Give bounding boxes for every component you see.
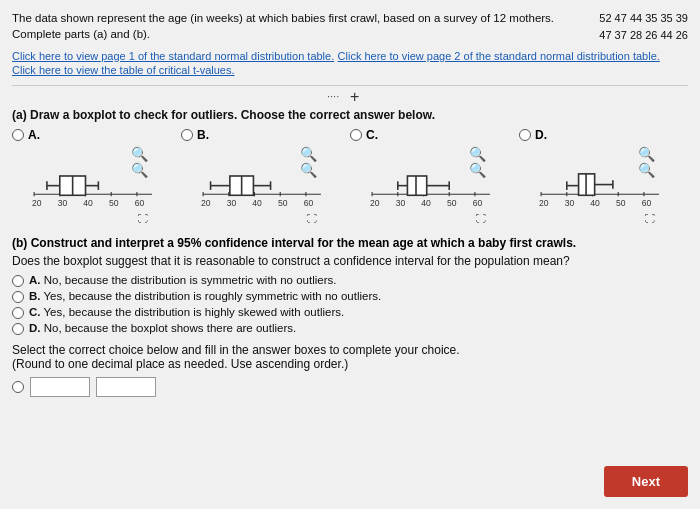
part-a-section: (a) Draw a boxplot to check for outliers… — [12, 108, 688, 226]
option-d: D. 🔍 🔍 ⛶ 20 30 40 — [519, 128, 688, 226]
part-b-option-d: D. No, because the boxplot shows there a… — [12, 322, 688, 335]
magnify-a2-icon[interactable]: 🔍 — [131, 162, 148, 178]
toolbar-area: ···· + — [12, 92, 688, 108]
part-b-section: (b) Construct and interpret a 95% confid… — [12, 236, 688, 397]
svg-text:40: 40 — [252, 198, 262, 208]
svg-text:50: 50 — [278, 198, 288, 208]
data-table: 52 47 44 35 35 39 47 37 28 26 44 26 — [599, 10, 688, 43]
svg-text:60: 60 — [473, 198, 483, 208]
magnify-d2-icon[interactable]: 🔍 — [638, 162, 655, 178]
option-c-header: C. — [350, 128, 378, 142]
dots-icon: ···· — [327, 90, 339, 102]
radio-b-a[interactable] — [12, 275, 24, 287]
magnify-d-icon[interactable]: 🔍 — [638, 146, 655, 162]
radio-b-b[interactable] — [12, 291, 24, 303]
data-row1: 52 47 44 35 35 39 — [599, 10, 688, 27]
option-a-label: A. — [28, 128, 40, 142]
svg-text:30: 30 — [227, 198, 237, 208]
boxplot-a: 🔍 🔍 ⛶ 20 30 40 — [28, 146, 158, 226]
svg-text:30: 30 — [565, 198, 575, 208]
magnify-c-icon[interactable]: 🔍 — [469, 146, 486, 162]
radio-b-c[interactable] — [12, 307, 24, 319]
magnify-c2-icon[interactable]: 🔍 — [469, 162, 486, 178]
svg-text:20: 20 — [32, 198, 42, 208]
part-b-option-a-text: A. No, because the distribution is symme… — [29, 274, 336, 286]
answer-input-row — [12, 377, 688, 397]
svg-text:20: 20 — [539, 198, 549, 208]
option-a: A. 🔍 🔍 ⛶ 2 — [12, 128, 181, 226]
svg-text:30: 30 — [396, 198, 406, 208]
part-b-option-b-text: B. Yes, because the distribution is roug… — [29, 290, 381, 302]
boxplot-options-row: A. 🔍 🔍 ⛶ 2 — [12, 128, 688, 226]
answer-input-1[interactable] — [30, 377, 90, 397]
svg-rect-47 — [407, 176, 426, 195]
expand-d-icon[interactable]: ⛶ — [645, 213, 655, 224]
part-b-option-a: A. No, because the distribution is symme… — [12, 274, 688, 287]
header-row: The data shown represent the age (in wee… — [12, 10, 688, 43]
svg-text:20: 20 — [370, 198, 380, 208]
select-instruction: Select the correct choice below and fill… — [12, 343, 688, 371]
option-b-header: B. — [181, 128, 209, 142]
svg-text:60: 60 — [642, 198, 652, 208]
part-b-option-b: B. Yes, because the distribution is roug… — [12, 290, 688, 303]
expand-c-icon[interactable]: ⛶ — [476, 213, 486, 224]
header-description: The data shown represent the age (in wee… — [12, 10, 599, 42]
svg-text:20: 20 — [201, 198, 211, 208]
radio-d[interactable] — [519, 129, 531, 141]
svg-text:40: 40 — [590, 198, 600, 208]
option-d-header: D. — [519, 128, 547, 142]
link-normal-dist-1[interactable]: Click here to view page 1 of the standar… — [12, 50, 334, 62]
part-a-question: (a) Draw a boxplot to check for outliers… — [12, 108, 688, 122]
radio-b[interactable] — [181, 129, 193, 141]
magnify-b2-icon[interactable]: 🔍 — [300, 162, 317, 178]
svg-text:40: 40 — [83, 198, 93, 208]
option-a-header: A. — [12, 128, 40, 142]
part-b-subquestion: Does the boxplot suggest that it is reas… — [12, 254, 688, 268]
option-c-label: C. — [366, 128, 378, 142]
main-container: The data shown represent the age (in wee… — [0, 0, 700, 509]
expand-a-icon[interactable]: ⛶ — [138, 213, 148, 224]
radio-a[interactable] — [12, 129, 24, 141]
data-row2: 47 37 28 26 44 26 — [599, 27, 688, 44]
option-b-label: B. — [197, 128, 209, 142]
expand-b-icon[interactable]: ⛶ — [307, 213, 317, 224]
radio-c[interactable] — [350, 129, 362, 141]
option-b: B. 🔍 🔍 ⛶ 20 30 40 — [181, 128, 350, 226]
svg-text:40: 40 — [421, 198, 431, 208]
option-d-label: D. — [535, 128, 547, 142]
radio-answer[interactable] — [12, 381, 24, 393]
svg-text:50: 50 — [447, 198, 457, 208]
link-normal-dist-2[interactable]: Click here to view page 2 of the standar… — [338, 50, 660, 62]
radio-b-d[interactable] — [12, 323, 24, 335]
part-b-option-c-text: C. Yes, because the distribution is high… — [29, 306, 344, 318]
boxplot-c: 🔍 🔍 ⛶ 20 30 40 50 60 — [366, 146, 496, 226]
divider — [12, 85, 688, 86]
svg-text:30: 30 — [58, 198, 68, 208]
part-b-question: (b) Construct and interpret a 95% confid… — [12, 236, 688, 250]
svg-text:60: 60 — [135, 198, 145, 208]
magnify-b-icon[interactable]: 🔍 — [300, 146, 317, 162]
next-button[interactable]: Next — [604, 466, 688, 497]
part-b-option-c: C. Yes, because the distribution is high… — [12, 306, 688, 319]
magnify-a-icon[interactable]: 🔍 — [131, 146, 148, 162]
boxplot-d: 🔍 🔍 ⛶ 20 30 40 50 60 — [535, 146, 665, 226]
svg-text:60: 60 — [304, 198, 314, 208]
option-c: C. 🔍 🔍 ⛶ 20 30 40 — [350, 128, 519, 226]
link-critical-t[interactable]: Click here to view the table of critical… — [12, 64, 235, 76]
svg-text:50: 50 — [109, 198, 119, 208]
svg-text:50: 50 — [616, 198, 626, 208]
plus-icon: + — [350, 88, 359, 106]
boxplot-b: 🔍 🔍 ⛶ 20 30 40 50 60 — [197, 146, 327, 226]
answer-input-2[interactable] — [96, 377, 156, 397]
links-row: Click here to view page 1 of the standar… — [12, 49, 688, 77]
part-b-option-d-text: D. No, because the boxplot shows there a… — [29, 322, 296, 334]
